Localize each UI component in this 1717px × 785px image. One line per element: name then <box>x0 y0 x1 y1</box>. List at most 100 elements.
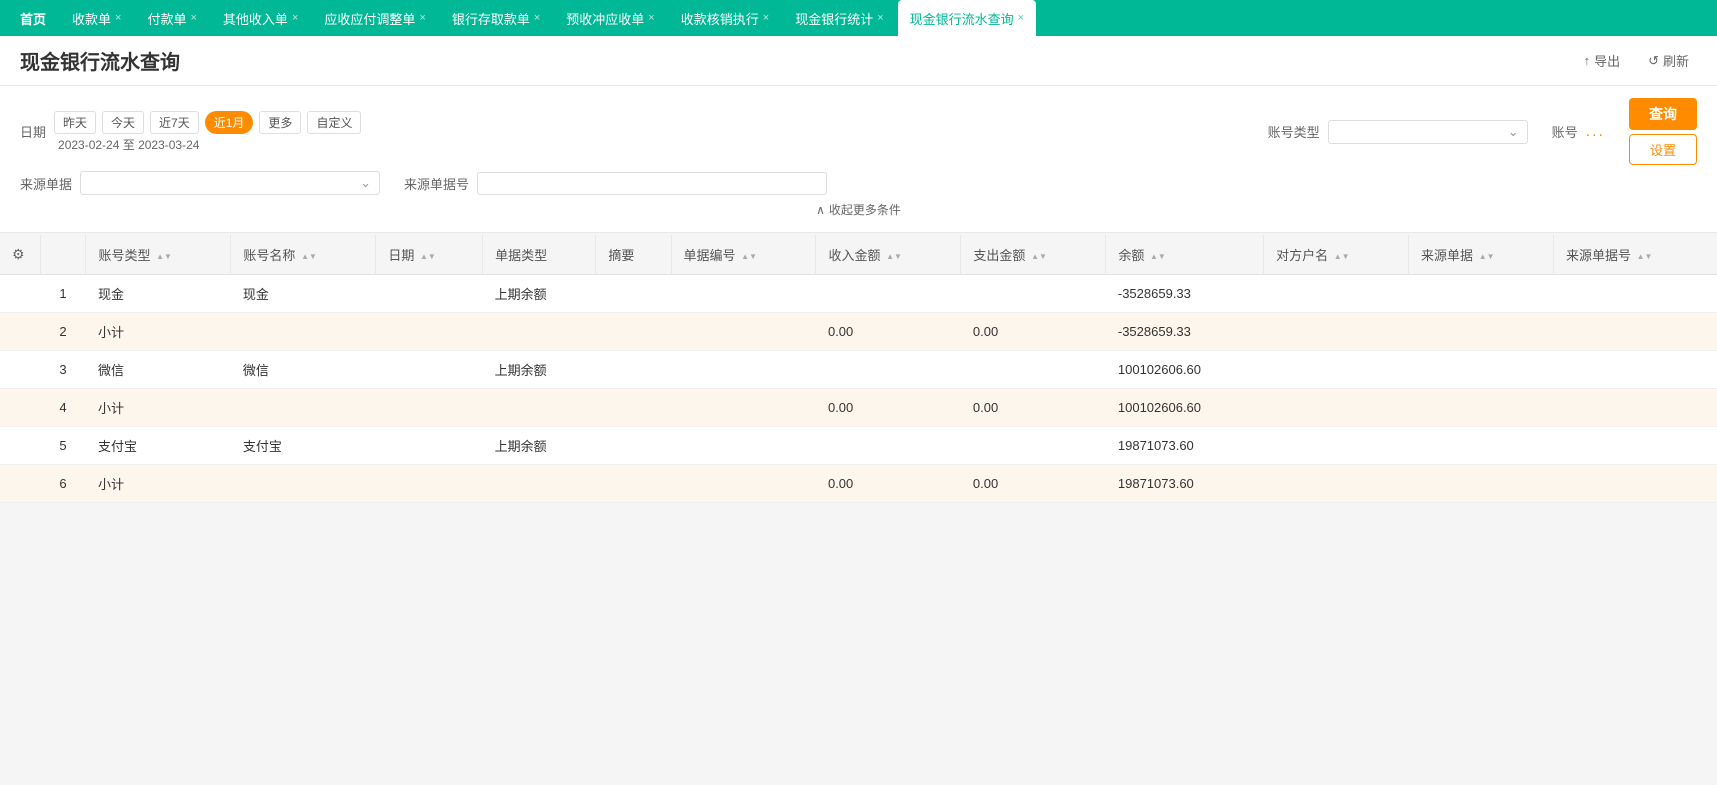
col-balance-label: 余额 <box>1118 248 1144 263</box>
col-date-sort: ▲▼ <box>420 253 436 261</box>
col-source-no-sort: ▲▼ <box>1637 253 1653 261</box>
col-account-type-label: 账号类型 <box>98 248 150 263</box>
collapse-label: 收起更多条件 <box>829 201 901 218</box>
date-btn-custom[interactable]: 自定义 <box>307 111 361 134</box>
cell-account-name <box>231 313 376 351</box>
source-num-input[interactable] <box>477 172 827 195</box>
account-type-select[interactable]: ⌄ <box>1328 120 1528 144</box>
date-btn-more[interactable]: 更多 <box>259 111 301 134</box>
account-dots[interactable]: ... <box>1586 123 1605 141</box>
table-body: 1现金现金上期余额-3528659.332小计0.000.00-3528659.… <box>0 275 1717 503</box>
export-icon: ↑ <box>1584 53 1591 68</box>
date-range-display: 2023-02-24 至 2023-03-24 <box>58 136 361 153</box>
cell-counterparty <box>1264 313 1409 351</box>
cell-source-no <box>1554 389 1717 427</box>
cell-expense: 0.00 <box>961 313 1106 351</box>
close-tab-verify-receipt[interactable]: × <box>763 12 769 24</box>
cell-settings <box>0 465 40 503</box>
cell-source-doc <box>1409 427 1554 465</box>
cell-date <box>376 389 483 427</box>
close-tab-pre-receive[interactable]: × <box>648 12 654 24</box>
nav-tab-receivable-adjust[interactable]: 应收应付调整单× <box>312 0 437 36</box>
table-settings-icon[interactable]: ⚙ <box>12 246 25 262</box>
col-account-name[interactable]: 账号名称 ▲▼ <box>231 235 376 275</box>
nav-tab-home[interactable]: 首页 <box>8 0 58 36</box>
cell-balance: -3528659.33 <box>1106 275 1264 313</box>
date-filter-group: 日期 昨天 今天 近7天 近1月 更多 自定义 2023-02-24 至 202… <box>20 111 361 153</box>
nav-tab-bank-flow[interactable]: 现金银行流水查询× <box>898 0 1036 36</box>
table-row: 3微信微信上期余额100102606.60 <box>0 351 1717 389</box>
col-doc-no[interactable]: 单据编号 ▲▼ <box>671 235 816 275</box>
cell-num: 6 <box>40 465 86 503</box>
cell-income: 0.00 <box>816 313 961 351</box>
col-balance-sort: ▲▼ <box>1150 253 1166 261</box>
col-counterparty[interactable]: 对方户名 ▲▼ <box>1264 235 1409 275</box>
col-doc-no-label: 单据编号 <box>684 248 736 263</box>
cell-num: 3 <box>40 351 86 389</box>
close-tab-bank-deposit[interactable]: × <box>534 12 540 24</box>
col-source-doc[interactable]: 来源单据 ▲▼ <box>1409 235 1554 275</box>
col-counterparty-label: 对方户名 <box>1276 248 1328 263</box>
source-doc-select[interactable]: ⌄ <box>80 171 380 195</box>
header-actions: ↑ 导出 ↺ 刷新 <box>1576 47 1697 74</box>
nav-tab-bank-stats[interactable]: 现金银行统计× <box>783 0 895 36</box>
table-row: 6小计0.000.0019871073.60 <box>0 465 1717 503</box>
nav-tab-bank-deposit[interactable]: 银行存取款单× <box>440 0 552 36</box>
cell-doc-type <box>483 313 596 351</box>
cell-summary <box>596 313 671 351</box>
close-tab-payment[interactable]: × <box>190 12 196 24</box>
refresh-button[interactable]: ↺ 刷新 <box>1640 47 1697 74</box>
close-tab-bank-stats[interactable]: × <box>877 12 883 24</box>
cell-source-doc <box>1409 389 1554 427</box>
col-expense-sort: ▲▼ <box>1031 253 1047 261</box>
nav-tab-other-income[interactable]: 其他收入单× <box>211 0 310 36</box>
col-income[interactable]: 收入金额 ▲▼ <box>816 235 961 275</box>
nav-tab-receipt[interactable]: 收款单× <box>60 0 133 36</box>
table-row: 5支付宝支付宝上期余额19871073.60 <box>0 427 1717 465</box>
cell-expense: 0.00 <box>961 465 1106 503</box>
col-balance[interactable]: 余额 ▲▼ <box>1106 235 1264 275</box>
setting-button[interactable]: 设置 <box>1629 134 1697 165</box>
col-source-no[interactable]: 来源单据号 ▲▼ <box>1554 235 1717 275</box>
filter-row-1: 日期 昨天 今天 近7天 近1月 更多 自定义 2023-02-24 至 202… <box>20 98 1697 165</box>
date-options-row: 昨天 今天 近7天 近1月 更多 自定义 <box>54 111 361 134</box>
col-account-type[interactable]: 账号类型 ▲▼ <box>86 235 231 275</box>
query-button[interactable]: 查询 <box>1629 98 1697 130</box>
nav-tab-pre-receive[interactable]: 预收冲应收单× <box>554 0 666 36</box>
date-btn-yesterday[interactable]: 昨天 <box>54 111 96 134</box>
date-label: 日期 <box>20 122 46 141</box>
source-doc-chevron: ⌄ <box>360 175 371 191</box>
cell-doc-type: 上期余额 <box>483 351 596 389</box>
export-button[interactable]: ↑ 导出 <box>1576 47 1629 74</box>
col-source-doc-label: 来源单据 <box>1421 248 1473 263</box>
date-btn-1month[interactable]: 近1月 <box>205 111 254 134</box>
cell-summary <box>596 351 671 389</box>
cell-settings <box>0 351 40 389</box>
close-tab-receipt[interactable]: × <box>115 12 121 24</box>
cell-date <box>376 465 483 503</box>
cell-doc-no <box>671 465 816 503</box>
date-btn-7days[interactable]: 近7天 <box>150 111 199 134</box>
nav-tab-payment[interactable]: 付款单× <box>135 0 208 36</box>
col-doc-type: 单据类型 <box>483 235 596 275</box>
collapse-bar[interactable]: ∧ 收起更多条件 <box>20 195 1697 220</box>
cell-expense: 0.00 <box>961 389 1106 427</box>
account-type-chevron: ⌄ <box>1508 124 1519 140</box>
cell-balance: 100102606.60 <box>1106 389 1264 427</box>
col-income-sort: ▲▼ <box>886 253 902 261</box>
col-date[interactable]: 日期 ▲▼ <box>376 235 483 275</box>
cell-balance: -3528659.33 <box>1106 313 1264 351</box>
close-tab-receivable-adjust[interactable]: × <box>419 12 425 24</box>
close-tab-bank-flow[interactable]: × <box>1018 12 1024 24</box>
nav-tab-verify-receipt[interactable]: 收款核销执行× <box>669 0 781 36</box>
account-number-filter: 账号 ... <box>1552 122 1605 141</box>
col-expense[interactable]: 支出金额 ▲▼ <box>961 235 1106 275</box>
cell-account-name <box>231 465 376 503</box>
date-group: 昨天 今天 近7天 近1月 更多 自定义 2023-02-24 至 2023-0… <box>54 111 361 153</box>
cell-income <box>816 275 961 313</box>
cell-account-name: 微信 <box>231 351 376 389</box>
date-btn-today[interactable]: 今天 <box>102 111 144 134</box>
close-tab-other-income[interactable]: × <box>292 12 298 24</box>
cell-doc-no <box>671 275 816 313</box>
cell-account-type: 小计 <box>86 389 231 427</box>
